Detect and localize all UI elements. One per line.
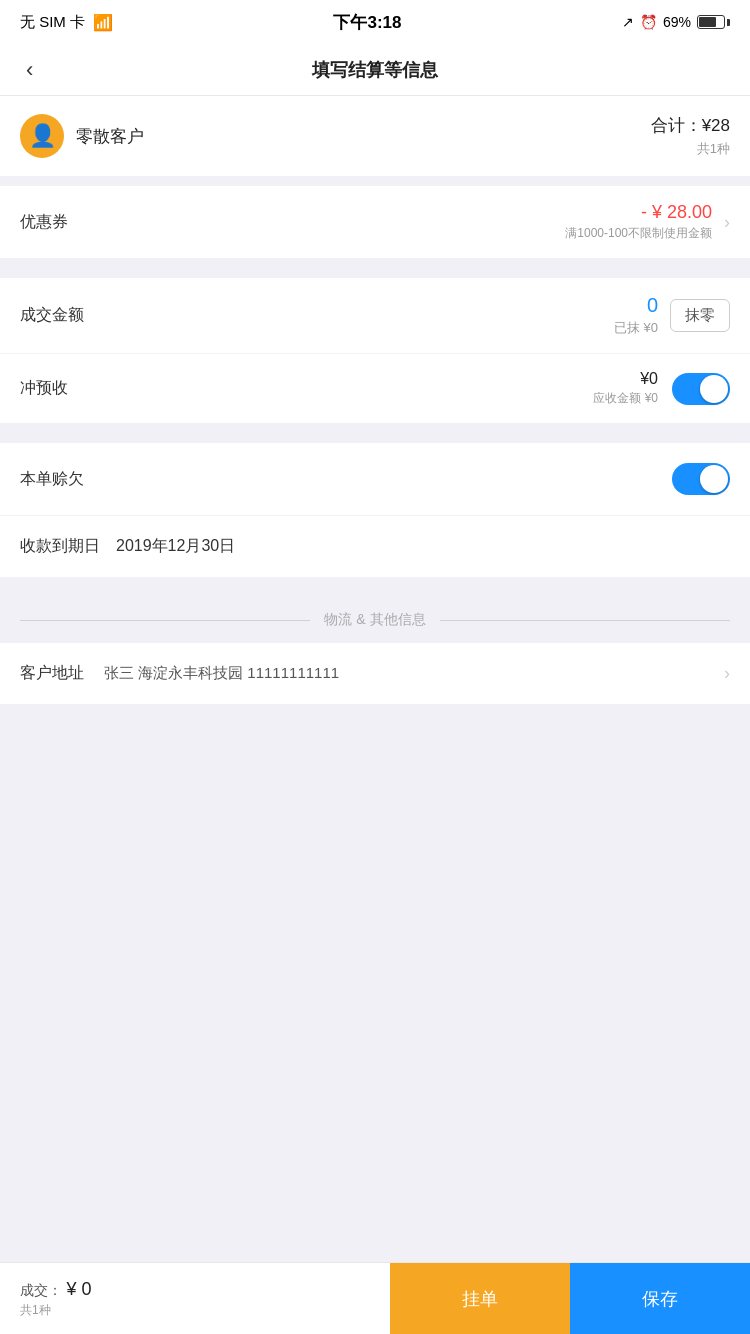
discount-amount: - ¥ 28.00 <box>565 202 712 223</box>
transaction-card: 成交金额 0 已抹 ¥0 抹零 冲预收 ¥0 应收金额 ¥0 <box>0 278 750 423</box>
status-time: 下午3:18 <box>333 11 401 34</box>
due-date-row[interactable]: 收款到期日 2019年12月30日 <box>0 516 750 577</box>
avatar: 👤 <box>20 114 64 158</box>
transaction-right: 0 已抹 ¥0 抹零 <box>614 294 730 337</box>
divider-label: 物流 & 其他信息 <box>324 611 425 629</box>
save-button[interactable]: 保存 <box>570 1263 750 1335</box>
prepay-amount: ¥0 <box>593 370 658 388</box>
spacer-3 <box>0 587 750 597</box>
bottom-label: 成交： <box>20 1282 62 1298</box>
total-amount: 合计：¥28 <box>651 114 730 137</box>
address-value: 张三 海淀永丰科技园 11111111111 <box>104 664 339 683</box>
battery-percent: 69% <box>663 14 691 30</box>
due-date-label: 收款到期日 <box>20 536 100 557</box>
wifi-icon: 📶 <box>93 13 113 32</box>
due-date-value: 2019年12月30日 <box>116 536 235 557</box>
customer-left: 👤 零散客户 <box>20 114 144 158</box>
hang-button-label: 挂单 <box>462 1287 498 1311</box>
location-icon: ↗ <box>622 14 634 30</box>
address-left: 客户地址 张三 海淀永丰科技园 11111111111 <box>20 663 339 684</box>
spacer-1 <box>0 268 750 278</box>
alarm-icon: ⏰ <box>640 14 657 30</box>
page-title: 填写结算等信息 <box>312 58 438 82</box>
bottom-summary: 成交： ¥ 0 共1种 <box>0 1279 390 1319</box>
bottom-amount: ¥ 0 <box>66 1279 91 1299</box>
transaction-value-group: 0 已抹 ¥0 <box>614 294 658 337</box>
content: 👤 零散客户 合计：¥28 共1种 优惠券 - ¥ 28.00 满1000-10… <box>0 96 750 994</box>
debt-card: 本单赊欠 收款到期日 2019年12月30日 <box>0 443 750 577</box>
status-left: 无 SIM 卡 📶 <box>20 13 113 32</box>
coupon-right: - ¥ 28.00 满1000-100不限制使用金额 › <box>565 202 730 242</box>
transaction-value: 0 <box>614 294 658 317</box>
debt-toggle[interactable] <box>672 463 730 495</box>
address-row[interactable]: 客户地址 张三 海淀永丰科技园 11111111111 › <box>0 643 750 704</box>
back-button[interactable]: ‹ <box>18 49 41 91</box>
bottom-bar: 成交： ¥ 0 共1种 挂单 保存 <box>0 1262 750 1334</box>
nav-bar: ‹ 填写结算等信息 <box>0 44 750 96</box>
prepay-right: ¥0 应收金额 ¥0 <box>593 370 730 407</box>
divider-line-left <box>20 620 310 621</box>
debt-label: 本单赊欠 <box>20 469 84 490</box>
coupon-row[interactable]: 优惠券 - ¥ 28.00 满1000-100不限制使用金额 › <box>0 186 750 258</box>
address-label: 客户地址 <box>20 663 84 684</box>
transaction-label: 成交金额 <box>20 305 84 326</box>
prepay-label: 冲预收 <box>20 378 68 399</box>
carrier-text: 无 SIM 卡 <box>20 13 85 32</box>
battery-icon <box>697 15 730 29</box>
coupon-card: 优惠券 - ¥ 28.00 满1000-100不限制使用金额 › <box>0 186 750 258</box>
customer-name: 零散客户 <box>76 125 144 148</box>
divider-line-right <box>440 620 730 621</box>
prepay-sub: 应收金额 ¥0 <box>593 390 658 407</box>
coupon-value: - ¥ 28.00 满1000-100不限制使用金额 <box>565 202 712 242</box>
toggle-thumb <box>700 375 728 403</box>
hang-button[interactable]: 挂单 <box>390 1263 570 1335</box>
avatar-icon: 👤 <box>29 123 56 149</box>
address-chevron-icon: › <box>724 663 730 684</box>
customer-right: 合计：¥28 共1种 <box>651 114 730 158</box>
spacer-2 <box>0 433 750 443</box>
prepay-toggle[interactable] <box>672 373 730 405</box>
transaction-row: 成交金额 0 已抹 ¥0 抹零 <box>0 278 750 354</box>
debt-toggle-thumb <box>700 465 728 493</box>
coupon-label: 优惠券 <box>20 212 68 233</box>
status-bar: 无 SIM 卡 📶 下午3:18 ↗ ⏰ 69% <box>0 0 750 44</box>
section-divider: 物流 & 其他信息 <box>0 597 750 643</box>
bottom-count: 共1种 <box>20 1302 370 1319</box>
discount-desc: 满1000-100不限制使用金额 <box>565 225 712 242</box>
save-button-label: 保存 <box>642 1287 678 1311</box>
total-count: 共1种 <box>651 140 730 158</box>
customer-row: 👤 零散客户 合计：¥28 共1种 <box>0 96 750 176</box>
status-right: ↗ ⏰ 69% <box>622 14 730 30</box>
empty-space <box>0 714 750 914</box>
debt-row: 本单赊欠 <box>0 443 750 516</box>
customer-card: 👤 零散客户 合计：¥28 共1种 <box>0 96 750 176</box>
bottom-transaction-line: 成交： ¥ 0 <box>20 1279 370 1300</box>
round-zero-button[interactable]: 抹零 <box>670 299 730 332</box>
prepay-row: 冲预收 ¥0 应收金额 ¥0 <box>0 354 750 423</box>
address-card: 客户地址 张三 海淀永丰科技园 11111111111 › <box>0 643 750 704</box>
prepay-value-group: ¥0 应收金额 ¥0 <box>593 370 658 407</box>
coupon-chevron-icon: › <box>724 212 730 233</box>
transaction-sub: 已抹 ¥0 <box>614 319 658 337</box>
